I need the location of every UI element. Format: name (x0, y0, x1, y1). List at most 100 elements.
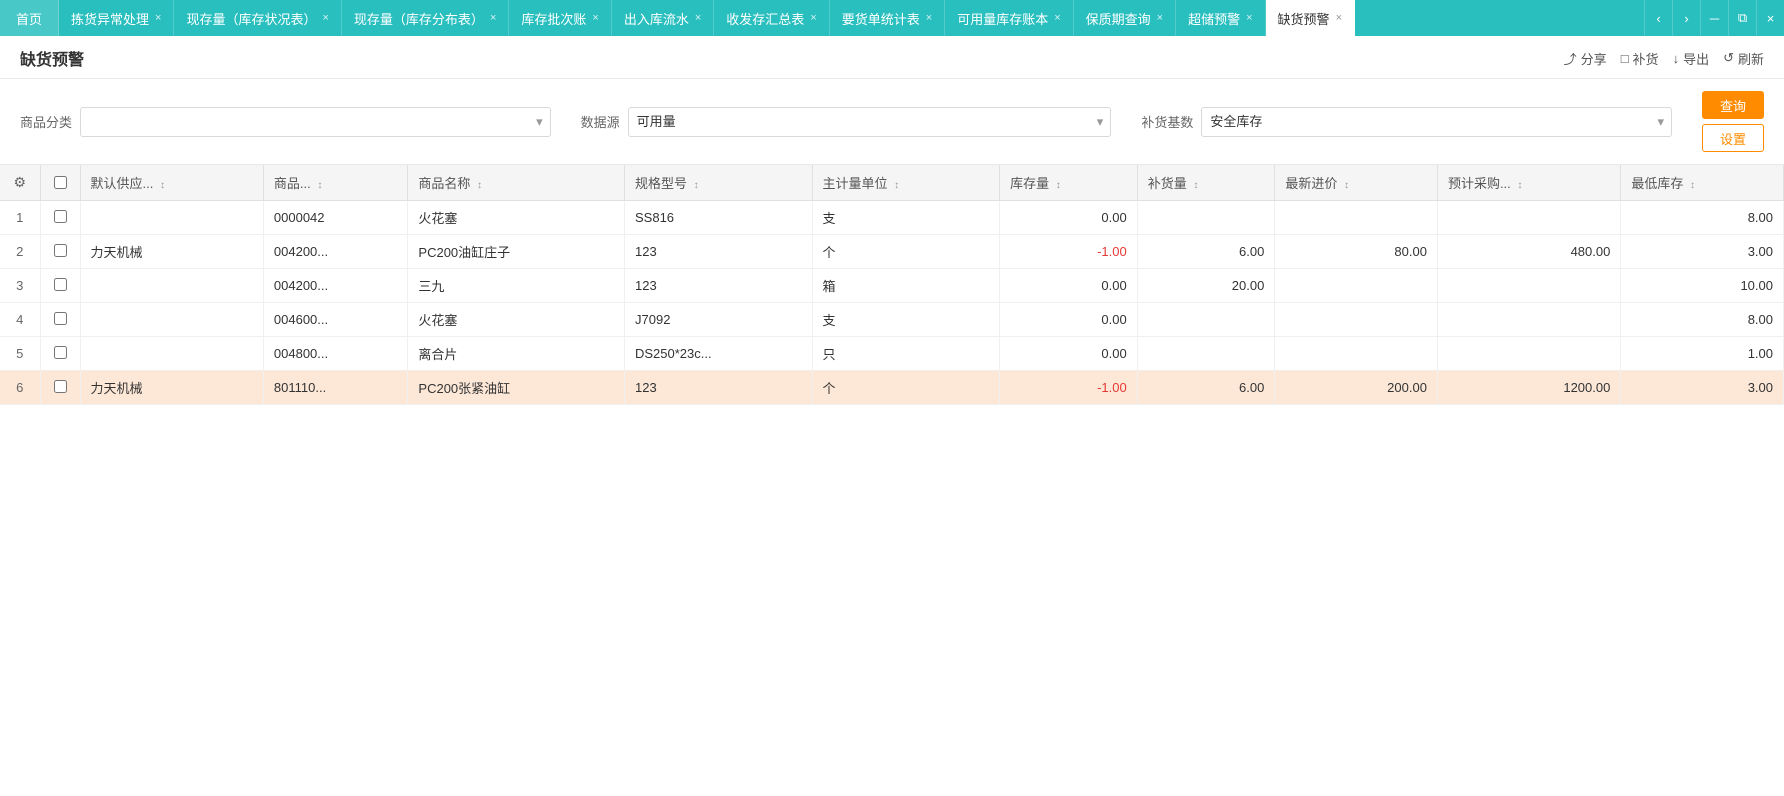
tab-shoufasong-close[interactable]: × (810, 13, 816, 24)
window-restore[interactable]: ⧉ (1728, 0, 1756, 36)
share-button[interactable]: ⤴ 分享 (1564, 49, 1607, 68)
category-filter: 商品分类 ▾ (20, 107, 551, 137)
replenish-filter: 补货基数 安全库存 最低库存 ▾ (1141, 107, 1672, 137)
col-unit[interactable]: 主计量单位 ↕ (812, 165, 1000, 201)
cell-latest-price-3 (1275, 303, 1438, 337)
tab-pipici-close[interactable]: × (592, 13, 598, 24)
tab-scroll-left[interactable]: ‹ (1644, 0, 1672, 36)
cell-checkbox-4[interactable] (40, 337, 80, 371)
col-min-stock[interactable]: 最低库存 ↕ (1621, 165, 1784, 201)
gear-icon[interactable]: ⚙ (13, 174, 26, 190)
col-est-purchase[interactable]: 预计采购... ↕ (1437, 165, 1620, 201)
cell-checkbox-2[interactable] (40, 269, 80, 303)
replenish-button[interactable]: □ 补货 (1621, 49, 1659, 68)
col-latest-price[interactable]: 最新进价 ↕ (1275, 165, 1438, 201)
tab-xiankun1-label: 现存量（库存状况表） (186, 9, 316, 28)
tab-xiankun1-close[interactable]: × (322, 13, 328, 24)
tab-keyongkucun-close[interactable]: × (1054, 13, 1060, 24)
tab-xiankun2-label: 现存量（库存分布表） (354, 9, 484, 28)
cell-checkbox-0[interactable] (40, 201, 80, 235)
col-gear[interactable]: ⚙ (0, 165, 40, 201)
tab-home[interactable]: 首页 (0, 0, 59, 36)
replenish-label: 补货 (1633, 49, 1659, 68)
tab-chaochuyu[interactable]: 超储预警 × (1176, 0, 1265, 36)
cell-name-5: PC200张紧油缸 (408, 371, 625, 405)
cell-spec-4: DS250*23c... (625, 337, 813, 371)
cell-checkbox-1[interactable] (40, 235, 80, 269)
cell-unit-5: 个 (812, 371, 1000, 405)
cell-est-purchase-2 (1437, 269, 1620, 303)
tab-xiankun2-close[interactable]: × (490, 13, 496, 24)
tab-pipici[interactable]: 库存批次账 × (509, 0, 611, 36)
row-checkbox-2[interactable] (54, 278, 67, 291)
tab-yaohuo[interactable]: 要货单统计表 × (830, 0, 945, 36)
tab-scroll-right[interactable]: › (1672, 0, 1700, 36)
tab-jingling[interactable]: 拣货异常处理 × (59, 0, 174, 36)
col-code[interactable]: 商品... ↕ (263, 165, 408, 201)
tab-keyongkucun[interactable]: 可用量库存账本 × (945, 0, 1073, 36)
cell-replenish-4 (1137, 337, 1275, 371)
col-name[interactable]: 商品名称 ↕ (408, 165, 625, 201)
tab-quehuo-close[interactable]: × (1336, 13, 1342, 24)
tab-inout[interactable]: 出入库流水 × (612, 0, 714, 36)
tab-quehuo[interactable]: 缺货预警 × (1266, 0, 1355, 36)
cell-code-5: 801110... (263, 371, 408, 405)
window-minimize[interactable]: － (1700, 0, 1728, 36)
select-all-checkbox[interactable] (54, 176, 67, 189)
col-spec[interactable]: 规格型号 ↕ (625, 165, 813, 201)
query-button[interactable]: 查询 (1702, 91, 1764, 119)
tab-baozhi-close[interactable]: × (1157, 13, 1163, 24)
col-min-stock-label: 最低库存 (1631, 176, 1683, 191)
data-table: ⚙ 默认供应... ↕ 商品... ↕ (0, 165, 1784, 405)
tab-baozhi[interactable]: 保质期查询 × (1074, 0, 1176, 36)
row-checkbox-1[interactable] (54, 244, 67, 257)
main-content: 缺货预警 ⤴ 分享 □ 补货 ↓ 导出 ↺ 刷新 (0, 36, 1784, 796)
cell-checkbox-3[interactable] (40, 303, 80, 337)
tab-inout-close[interactable]: × (695, 13, 701, 24)
cell-spec-1: 123 (625, 235, 813, 269)
cell-seq-3: 4 (0, 303, 40, 337)
settings-button[interactable]: 设置 (1702, 124, 1764, 152)
window-close[interactable]: × (1756, 0, 1784, 36)
tab-yaohuo-close[interactable]: × (926, 13, 932, 24)
category-select[interactable] (80, 107, 551, 137)
row-checkbox-5[interactable] (54, 380, 67, 393)
tab-shoufasong[interactable]: 收发存汇总表 × (714, 0, 829, 36)
cell-supplier-0 (80, 201, 263, 235)
cell-replenish-3 (1137, 303, 1275, 337)
col-stock[interactable]: 库存量 ↕ (1000, 165, 1138, 201)
cell-min-stock-0: 8.00 (1621, 201, 1784, 235)
tab-inout-label: 出入库流水 (624, 9, 689, 28)
cell-seq-5: 6 (0, 371, 40, 405)
cell-seq-4: 5 (0, 337, 40, 371)
page-header: 缺货预警 ⤴ 分享 □ 补货 ↓ 导出 ↺ 刷新 (0, 36, 1784, 79)
col-replenish[interactable]: 补货量 ↕ (1137, 165, 1275, 201)
replenish-select[interactable]: 安全库存 最低库存 (1201, 107, 1672, 137)
cell-code-4: 004800... (263, 337, 408, 371)
row-checkbox-0[interactable] (54, 210, 67, 223)
tab-xiankun1[interactable]: 现存量（库存状况表） × (174, 0, 341, 36)
replenish-icon: □ (1621, 51, 1629, 66)
cell-checkbox-5[interactable] (40, 371, 80, 405)
tab-xiankun2[interactable]: 现存量（库存分布表） × (342, 0, 509, 36)
refresh-button[interactable]: ↺ 刷新 (1723, 49, 1764, 68)
cell-stock-3: 0.00 (1000, 303, 1138, 337)
cell-stock-4: 0.00 (1000, 337, 1138, 371)
cell-est-purchase-5: 1200.00 (1437, 371, 1620, 405)
cell-est-purchase-0 (1437, 201, 1620, 235)
row-checkbox-3[interactable] (54, 312, 67, 325)
replenish-select-wrap: 安全库存 最低库存 ▾ (1201, 107, 1672, 137)
export-button[interactable]: ↓ 导出 (1673, 49, 1710, 68)
sort-min-stock-icon: ↕ (1690, 180, 1695, 191)
datasource-select[interactable]: 可用量 实际库存 (628, 107, 1112, 137)
cell-name-1: PC200油缸庄子 (408, 235, 625, 269)
tab-chaochuyu-close[interactable]: × (1246, 13, 1252, 24)
cell-est-purchase-4 (1437, 337, 1620, 371)
cell-replenish-5: 6.00 (1137, 371, 1275, 405)
row-checkbox-4[interactable] (54, 346, 67, 359)
cell-code-1: 004200... (263, 235, 408, 269)
cell-unit-3: 支 (812, 303, 1000, 337)
tab-jingling-close[interactable]: × (155, 13, 161, 24)
table-row: 5 004800... 离合片 DS250*23c... 只 0.00 1.00 (0, 337, 1784, 371)
col-supplier[interactable]: 默认供应... ↕ (80, 165, 263, 201)
